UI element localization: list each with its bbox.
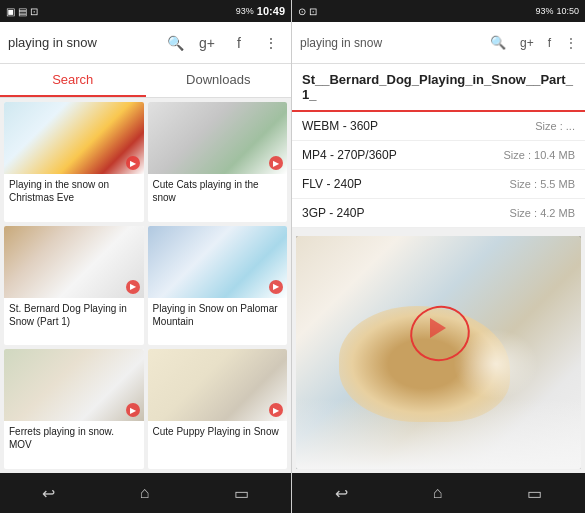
video-thumb-3: ▶ [4,226,144,298]
video-title-3: St. Bernard Dog Playing in Snow (Part 1) [4,298,144,332]
file-title: St__Bernard_Dog_Playing_in_Snow__Part_1_ [302,72,575,102]
video-card-2[interactable]: ▶ Cute Cats playing in the snow [148,102,288,222]
right-status-bar: ⊙ ⊡ 93% 10:50 [292,0,585,22]
video-preview[interactable] [296,236,581,469]
left-back-button[interactable]: ↩ [42,484,55,503]
left-facebook-icon[interactable]: f [227,31,251,55]
right-search-bar: playing in snow 🔍 g+ f ⋮ [292,22,585,64]
video-thumb-1: ▶ [4,102,144,174]
right-time: 10:50 [556,6,579,16]
video-thumb-5: ▶ [4,349,144,421]
left-search-bar: playing in snow 🔍 g+ f ⋮ [0,22,291,64]
format-size-webm: Size : ... [535,120,575,132]
format-size-flv: Size : 5.5 MB [510,178,575,190]
left-search-query: playing in snow [8,35,155,50]
right-signal: 93% [535,6,553,16]
video-thumb-4: ▶ [148,226,288,298]
left-status-icons: ▣ ▤ ⊡ [6,6,38,17]
play-indicator-3: ▶ [126,280,140,294]
video-title-5: Ferrets playing in snow. MOV [4,421,144,455]
tab-search[interactable]: Search [0,64,146,97]
video-title-4: Playing in Snow on Palomar Mountain [148,298,288,332]
format-row-3gp[interactable]: 3GP - 240P Size : 4.2 MB [292,199,585,228]
video-thumb-2: ▶ [148,102,288,174]
format-name-webm: WEBM - 360P [302,119,378,133]
video-title-1: Playing in the snow on Christmas Eve [4,174,144,208]
play-indicator-5: ▶ [126,403,140,417]
format-row-flv[interactable]: FLV - 240P Size : 5.5 MB [292,170,585,199]
tab-downloads[interactable]: Downloads [146,64,292,97]
format-size-mp4: Size : 10.4 MB [503,149,575,161]
right-search-icon[interactable]: 🔍 [490,35,506,50]
video-card-1[interactable]: ▶ Playing in the snow on Christmas Eve [4,102,144,222]
right-recents-button[interactable]: ▭ [527,484,542,503]
left-signal: 93% [236,6,254,16]
left-time: 10:49 [257,5,285,17]
format-row-webm[interactable]: WEBM - 360P Size : ... [292,112,585,141]
video-card-3[interactable]: ▶ St. Bernard Dog Playing in Snow (Part … [4,226,144,346]
format-name-mp4: MP4 - 270P/360P [302,148,397,162]
video-thumb-6: ▶ [148,349,288,421]
left-video-grid: ▶ Playing in the snow on Christmas Eve ▶… [0,98,291,473]
right-facebook-icon[interactable]: f [548,36,551,50]
left-search-icon[interactable]: 🔍 [163,31,187,55]
format-size-3gp: Size : 4.2 MB [510,207,575,219]
play-indicator-1: ▶ [126,156,140,170]
right-back-button[interactable]: ↩ [335,484,348,503]
play-indicator-2: ▶ [269,156,283,170]
right-search-query: playing in snow [300,36,482,50]
format-row-mp4[interactable]: MP4 - 270P/360P Size : 10.4 MB [292,141,585,170]
annotation-play-arrow [430,318,446,338]
video-card-5[interactable]: ▶ Ferrets playing in snow. MOV [4,349,144,469]
format-name-3gp: 3GP - 240P [302,206,364,220]
left-bottom-bar: ↩ ⌂ ▭ [0,473,291,513]
left-gplus-icon[interactable]: g+ [195,31,219,55]
preview-background [296,236,581,469]
right-bottom-bar: ↩ ⌂ ▭ [292,473,585,513]
format-name-flv: FLV - 240P [302,177,362,191]
left-tabs: Search Downloads [0,64,291,98]
play-indicator-4: ▶ [269,280,283,294]
file-title-area: St__Bernard_Dog_Playing_in_Snow__Part_1_ [292,64,585,112]
video-title-2: Cute Cats playing in the snow [148,174,288,208]
video-title-6: Cute Puppy Playing in Snow [148,421,288,442]
left-panel: ▣ ▤ ⊡ 93% 10:49 playing in snow 🔍 g+ f ⋮… [0,0,292,513]
play-indicator-6: ▶ [269,403,283,417]
right-home-button[interactable]: ⌂ [433,484,443,502]
right-status-icons: ⊙ ⊡ [298,6,317,17]
left-home-button[interactable]: ⌂ [140,484,150,502]
right-gplus-icon[interactable]: g+ [520,36,534,50]
format-list: WEBM - 360P Size : ... MP4 - 270P/360P S… [292,112,585,228]
right-more-icon[interactable]: ⋮ [565,36,577,50]
right-panel: ⊙ ⊡ 93% 10:50 playing in snow 🔍 g+ f ⋮ S… [292,0,585,513]
video-card-6[interactable]: ▶ Cute Puppy Playing in Snow [148,349,288,469]
left-more-icon[interactable]: ⋮ [259,31,283,55]
left-status-bar: ▣ ▤ ⊡ 93% 10:49 [0,0,291,22]
left-recents-button[interactable]: ▭ [234,484,249,503]
video-card-4[interactable]: ▶ Playing in Snow on Palomar Mountain [148,226,288,346]
